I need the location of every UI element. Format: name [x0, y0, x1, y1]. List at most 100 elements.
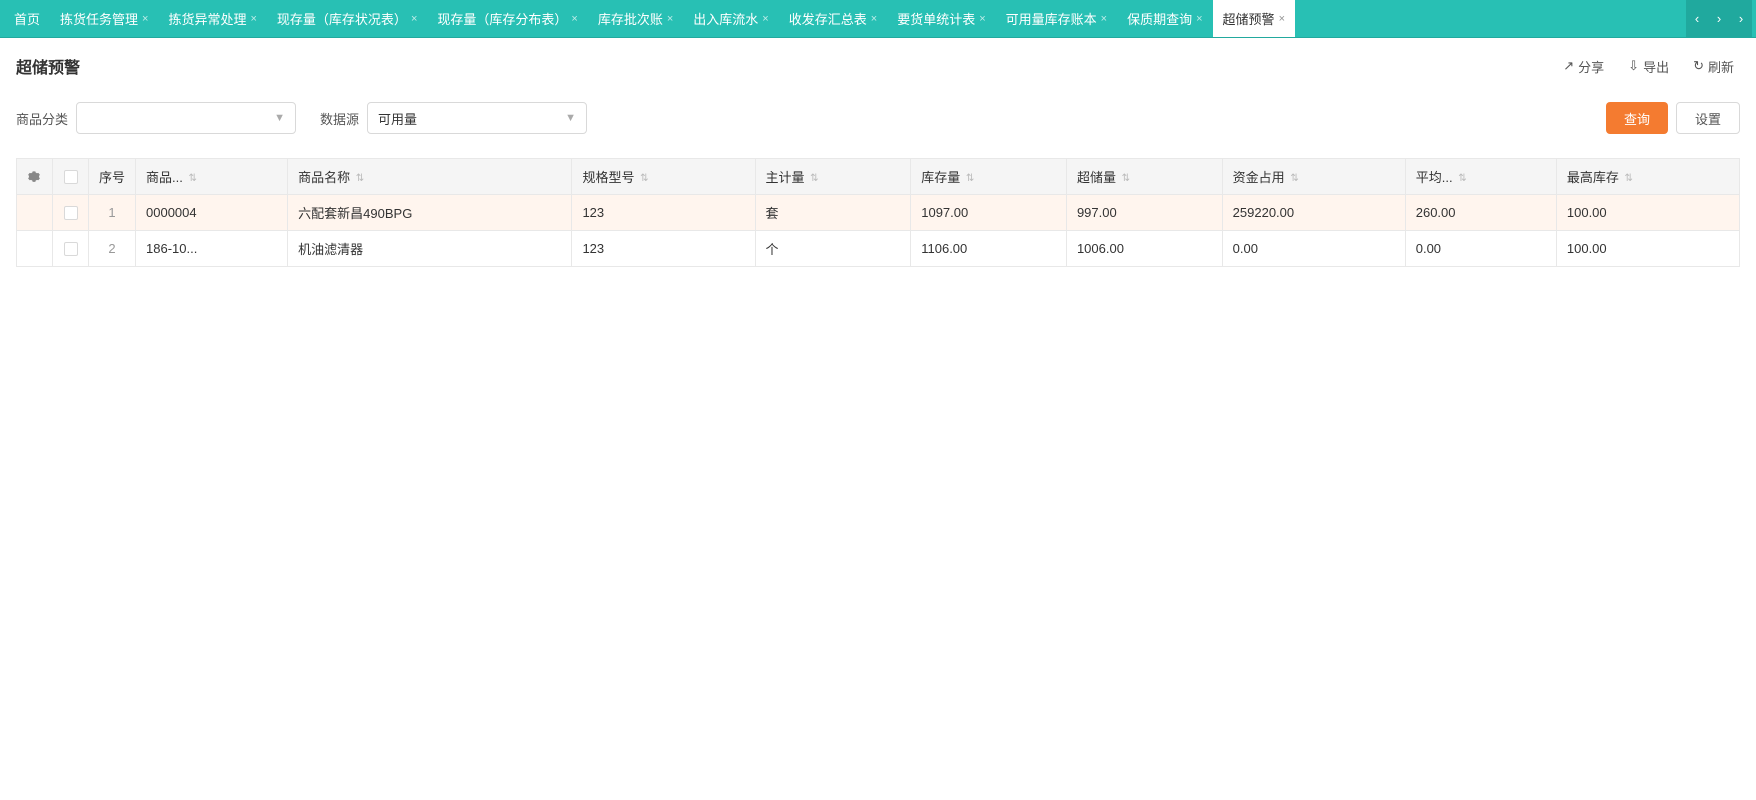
col-avg-sort-icon: ⇅ — [1458, 173, 1466, 184]
category-select[interactable]: ▼ — [76, 102, 296, 134]
share-icon: ↗ — [1563, 58, 1574, 74]
category-label: 商品分类 — [16, 109, 68, 128]
col-capital-sort-icon: ⇅ — [1290, 173, 1298, 184]
gear-icon — [27, 170, 41, 184]
col-over-header[interactable]: 超储量 ⇅ — [1066, 159, 1222, 195]
settings-button[interactable]: 设置 — [1676, 102, 1740, 134]
row-gear-cell — [17, 231, 53, 267]
tab-summary[interactable]: 收发存汇总表 × — [779, 0, 887, 38]
col-name-sort-icon: ⇅ — [356, 173, 364, 184]
row-over: 997.00 — [1066, 195, 1222, 231]
col-spec-sort-icon: ⇅ — [640, 173, 648, 184]
col-stock-sort-icon: ⇅ — [966, 173, 974, 184]
col-no-header: 序号 — [89, 159, 136, 195]
table-row: 1 0000004 六配套新昌490BPG 123 套 1097.00 997.… — [17, 195, 1740, 231]
tab-pick-error[interactable]: 拣货异常处理 × — [158, 0, 266, 38]
header-actions: ↗ 分享 ⇩ 导出 ↻ 刷新 — [1557, 55, 1740, 78]
col-avg-header[interactable]: 平均... ⇅ — [1405, 159, 1556, 195]
export-button[interactable]: ⇩ 导出 — [1622, 55, 1675, 78]
col-sku-header[interactable]: 商品... ⇅ — [136, 159, 288, 195]
col-max-stock-header[interactable]: 最高库存 ⇅ — [1556, 159, 1739, 195]
datasource-select[interactable]: 可用量 ▼ — [367, 102, 587, 134]
select-all-checkbox[interactable] — [64, 170, 78, 184]
row-avg: 0.00 — [1405, 231, 1556, 267]
close-overstock-icon[interactable]: × — [1279, 13, 1285, 25]
page-title: 超储预警 — [16, 54, 80, 78]
category-filter: 商品分类 ▼ — [16, 102, 296, 134]
datasource-filter: 数据源 可用量 ▼ — [320, 102, 587, 134]
table-row: 2 186-10... 机油滤清器 123 个 1106.00 1006.00 … — [17, 231, 1740, 267]
tab-home[interactable]: 首页 — [4, 0, 50, 38]
tab-overstock[interactable]: 超储预警 × — [1213, 0, 1295, 38]
page-content: 超储预警 ↗ 分享 ⇩ 导出 ↻ 刷新 商品分类 ▼ 数据源 — [0, 38, 1756, 800]
close-summary-icon[interactable]: × — [871, 13, 877, 25]
row-sku: 0000004 — [136, 195, 288, 231]
row-capital: 0.00 — [1222, 231, 1405, 267]
nav-arrow-right[interactable]: › — [1708, 0, 1730, 38]
datasource-label: 数据源 — [320, 109, 359, 128]
tab-pick-task[interactable]: 拣货任务管理 × — [50, 0, 158, 38]
share-button[interactable]: ↗ 分享 — [1557, 55, 1610, 78]
close-stock-dist-icon[interactable]: × — [571, 13, 577, 25]
col-unit-header[interactable]: 主计量 ⇅ — [755, 159, 911, 195]
datasource-dropdown-icon: ▼ — [565, 112, 576, 124]
row-checkbox-cell[interactable] — [53, 231, 89, 267]
datasource-select-value: 可用量 — [378, 109, 417, 128]
col-stock-header[interactable]: 库存量 ⇅ — [911, 159, 1067, 195]
tab-stock-dist[interactable]: 现存量（库存分布表） × — [427, 0, 587, 38]
col-spec-header[interactable]: 规格型号 ⇅ — [572, 159, 755, 195]
row-stock: 1097.00 — [911, 195, 1067, 231]
page-header: 超储预警 ↗ 分享 ⇩ 导出 ↻ 刷新 — [16, 54, 1740, 78]
table-header-row: 序号 商品... ⇅ 商品名称 ⇅ 规格型号 ⇅ 主计量 ⇅ — [17, 159, 1740, 195]
col-checkbox-header[interactable] — [53, 159, 89, 195]
nav-arrow-left[interactable]: ‹ — [1686, 0, 1708, 38]
row-avg: 260.00 — [1405, 195, 1556, 231]
col-unit-sort-icon: ⇅ — [810, 173, 818, 184]
row-spec: 123 — [572, 195, 755, 231]
tab-expiry[interactable]: 保质期查询 × — [1117, 0, 1212, 38]
close-pick-task-icon[interactable]: × — [142, 13, 148, 25]
row-max-stock: 100.00 — [1556, 231, 1739, 267]
tab-batch-account[interactable]: 库存批次账 × — [588, 0, 683, 38]
nav-arrow-more[interactable]: › — [1730, 0, 1752, 38]
row-checkbox[interactable] — [64, 206, 78, 220]
row-unit: 套 — [755, 195, 911, 231]
row-stock: 1106.00 — [911, 231, 1067, 267]
close-batch-icon[interactable]: × — [667, 13, 673, 25]
data-table: 序号 商品... ⇅ 商品名称 ⇅ 规格型号 ⇅ 主计量 ⇅ — [16, 158, 1740, 267]
tab-inout-flow[interactable]: 出入库流水 × — [683, 0, 778, 38]
row-name: 机油滤清器 — [288, 231, 572, 267]
close-order-stat-icon[interactable]: × — [979, 13, 985, 25]
refresh-icon: ↻ — [1693, 58, 1704, 74]
close-inout-icon[interactable]: × — [762, 13, 768, 25]
col-name-header[interactable]: 商品名称 ⇅ — [288, 159, 572, 195]
tab-order-stat[interactable]: 要货单统计表 × — [887, 0, 995, 38]
row-name: 六配套新昌490BPG — [288, 195, 572, 231]
col-capital-header[interactable]: 资金占用 ⇅ — [1222, 159, 1405, 195]
filter-row: 商品分类 ▼ 数据源 可用量 ▼ 查询 设置 — [16, 92, 1740, 144]
close-stock-status-icon[interactable]: × — [411, 13, 417, 25]
tab-stock-status[interactable]: 现存量（库存状况表） × — [267, 0, 427, 38]
row-checkbox[interactable] — [64, 242, 78, 256]
close-expiry-icon[interactable]: × — [1196, 13, 1202, 25]
col-sku-sort-icon: ⇅ — [188, 173, 196, 184]
nav-arrows: ‹ › › — [1686, 0, 1752, 38]
row-no: 2 — [89, 231, 136, 267]
row-over: 1006.00 — [1066, 231, 1222, 267]
close-pick-error-icon[interactable]: × — [250, 13, 256, 25]
row-sku: 186-10... — [136, 231, 288, 267]
tab-available-stock[interactable]: 可用量库存账本 × — [996, 0, 1117, 38]
col-max-stock-sort-icon: ⇅ — [1625, 173, 1633, 184]
row-unit: 个 — [755, 231, 911, 267]
refresh-button[interactable]: ↻ 刷新 — [1687, 55, 1740, 78]
top-nav: 首页 拣货任务管理 × 拣货异常处理 × 现存量（库存状况表） × 现存量（库存… — [0, 0, 1756, 38]
col-gear[interactable] — [17, 159, 53, 195]
row-checkbox-cell[interactable] — [53, 195, 89, 231]
query-button[interactable]: 查询 — [1606, 102, 1668, 134]
row-no: 1 — [89, 195, 136, 231]
export-icon: ⇩ — [1628, 58, 1639, 74]
category-dropdown-icon: ▼ — [274, 112, 285, 124]
col-over-sort-icon: ⇅ — [1122, 173, 1130, 184]
close-available-stock-icon[interactable]: × — [1101, 13, 1107, 25]
row-gear-cell — [17, 195, 53, 231]
